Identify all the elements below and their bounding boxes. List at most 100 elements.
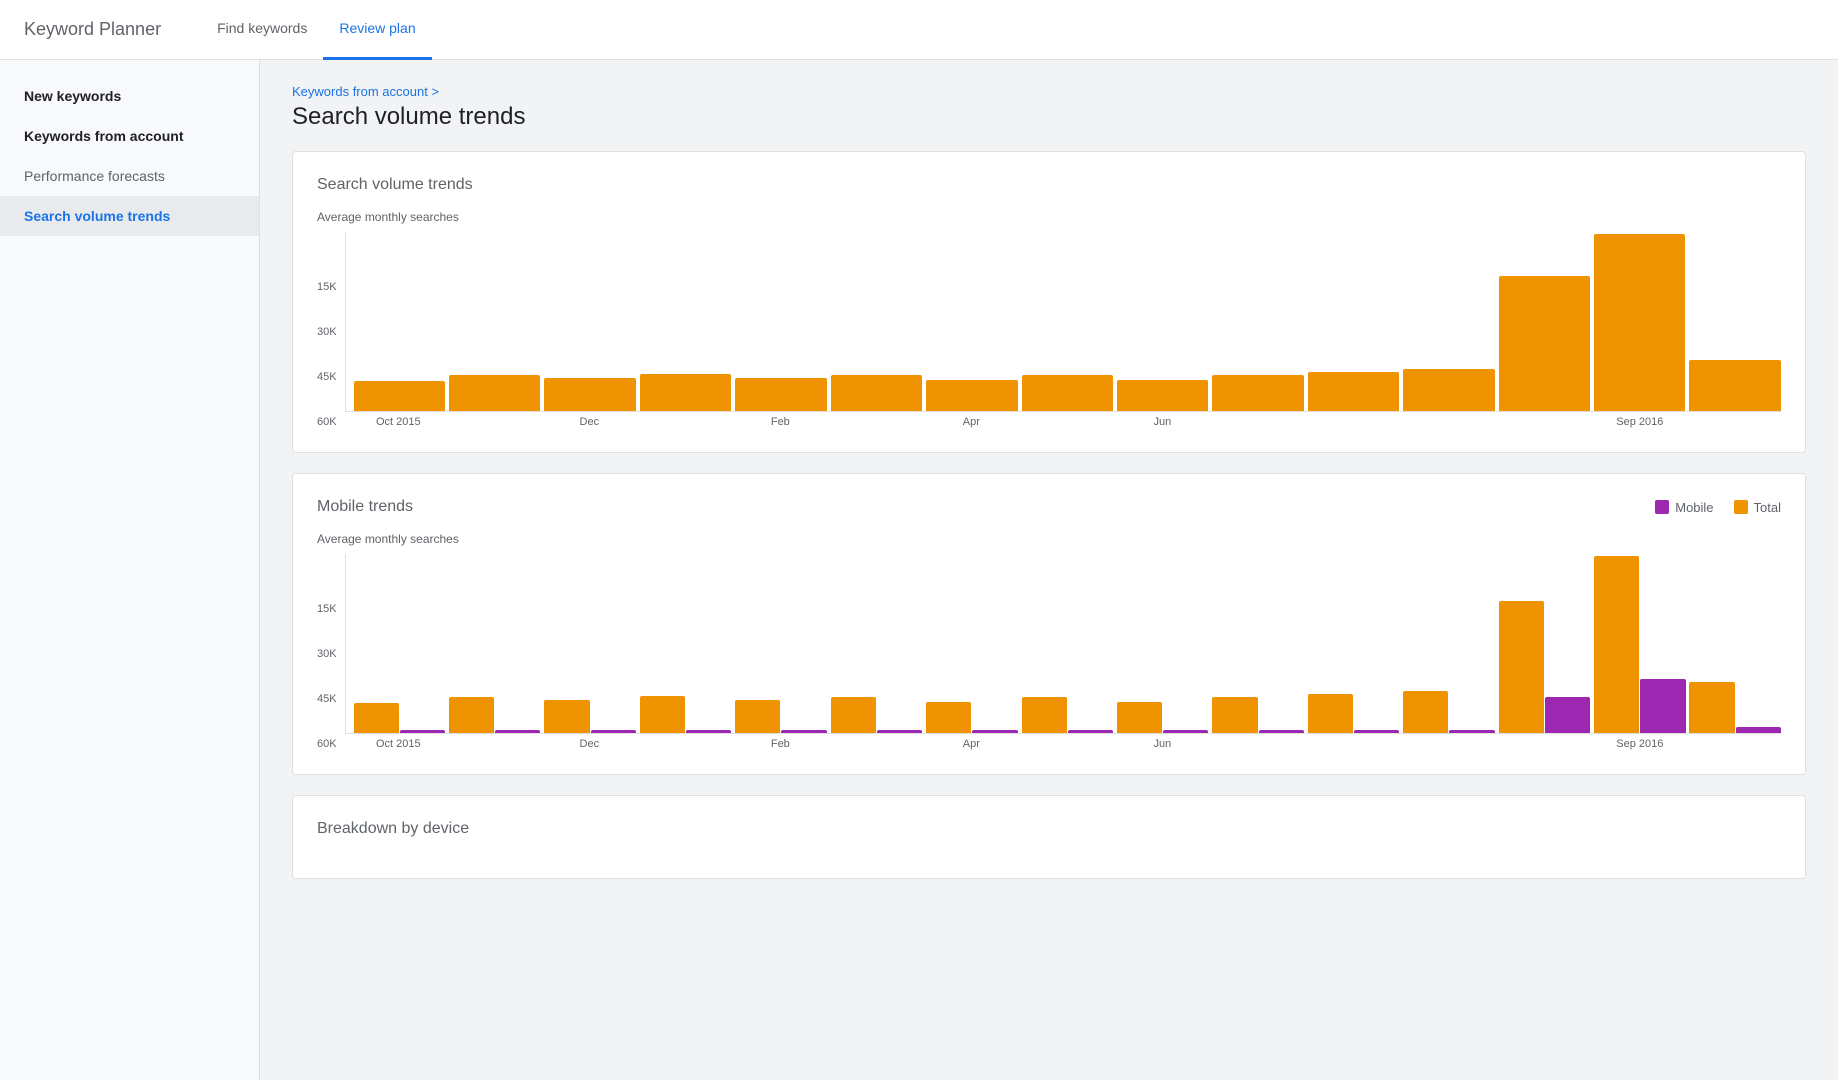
sidebar: New keywords Keywords from account Perfo… [0, 60, 260, 1080]
bar-mobile [781, 730, 826, 733]
bar-group [926, 380, 1017, 412]
chart2-body: Oct 2015DecFebAprJunSep 2016 [345, 554, 1781, 750]
bar-total [1117, 702, 1162, 734]
bar-group [1022, 375, 1113, 411]
breadcrumb-parent[interactable]: Keywords from account [292, 84, 428, 99]
bar [735, 378, 826, 411]
y-tick: 45K [317, 372, 337, 383]
bar-pair [1212, 697, 1303, 733]
x-label [1403, 738, 1495, 750]
bar-pair [1022, 697, 1113, 733]
bar-group [640, 696, 731, 734]
bar-group [735, 700, 826, 733]
bar-group [1403, 691, 1494, 733]
sidebar-item-search-volume-trends[interactable]: Search volume trends [0, 196, 259, 236]
bar-group [354, 381, 445, 411]
bar-mobile [591, 730, 636, 733]
mobile-trends-card: Mobile trends Mobile Total Average month… [292, 473, 1806, 775]
bar-mobile [400, 730, 445, 733]
tab-review-plan[interactable]: Review plan [323, 0, 431, 60]
main-content: Keywords from account > Search volume tr… [260, 60, 1838, 1080]
x-label [1690, 738, 1782, 750]
sidebar-item-keywords-from-account[interactable]: Keywords from account [0, 116, 259, 156]
x-label [1499, 416, 1591, 428]
x-label: Jun [1117, 738, 1209, 750]
app-logo: Keyword Planner [24, 19, 161, 40]
x-label [830, 738, 922, 750]
bar-group [1117, 380, 1208, 412]
bar-mobile [972, 730, 1017, 733]
bar-group [1212, 375, 1303, 411]
bar-group [1499, 601, 1590, 733]
bar [1117, 380, 1208, 412]
x-label: Sep 2016 [1594, 416, 1686, 428]
bar-group [1308, 372, 1399, 411]
bar-total [354, 703, 399, 733]
sidebar-item-new-keywords[interactable]: New keywords [0, 76, 259, 116]
bar [1689, 360, 1780, 411]
bar-total [640, 696, 685, 734]
y-tick: 30K [317, 649, 337, 660]
x-label: Jun [1117, 416, 1209, 428]
bar-mobile [1259, 730, 1304, 733]
bar-total [1689, 682, 1734, 733]
x-label: Dec [544, 416, 636, 428]
bar-group [449, 375, 540, 411]
bar-pair [640, 696, 731, 734]
x-label [1308, 416, 1400, 428]
bar-mobile [1545, 697, 1590, 733]
bar [640, 374, 731, 412]
chart1-wrapper: 60K 45K 30K 15K Oct 2015DecFebAprJunSep … [317, 232, 1781, 428]
legend-mobile-dot [1655, 500, 1669, 514]
tab-find-keywords[interactable]: Find keywords [201, 0, 323, 60]
y-tick: 60K [317, 739, 337, 750]
chart2-wrapper: 60K 45K 30K 15K Oct 2015DecFebAprJunSep … [317, 554, 1781, 750]
x-label: Apr [926, 738, 1018, 750]
x-label: Oct 2015 [353, 416, 445, 428]
bar-total [449, 697, 494, 733]
main-nav: Find keywords Review plan [201, 0, 432, 60]
bar [544, 378, 635, 411]
bar [1212, 375, 1303, 411]
bar-pair [544, 700, 635, 733]
x-label [1021, 416, 1113, 428]
bar-mobile [877, 730, 922, 733]
bar-group [1117, 702, 1208, 734]
bar-mobile [1640, 679, 1685, 733]
y-tick: 15K [317, 604, 337, 615]
bar-total [1499, 601, 1544, 733]
bar-group [1403, 369, 1494, 411]
chart1-bars [345, 232, 1781, 412]
bar [1308, 372, 1399, 411]
bar-group [1594, 556, 1685, 733]
x-label [448, 738, 540, 750]
page-layout: New keywords Keywords from account Perfo… [0, 60, 1838, 1080]
bar-group [354, 703, 445, 733]
bar [1499, 276, 1590, 411]
x-label: Feb [735, 738, 827, 750]
bar-group [544, 378, 635, 411]
bar-pair [1308, 694, 1399, 733]
page-title: Search volume trends [292, 103, 1806, 131]
sidebar-item-performance-forecasts[interactable]: Performance forecasts [0, 156, 259, 196]
bar-total [926, 702, 971, 734]
bar-pair [354, 703, 445, 733]
chart1-y-axis: 60K 45K 30K 15K [317, 248, 337, 428]
search-volume-trends-card: Search volume trends Average monthly sea… [292, 151, 1806, 453]
y-tick: 15K [317, 282, 337, 293]
bar-group [735, 378, 826, 411]
bar-total [1594, 556, 1639, 733]
breakdown-card: Breakdown by device [292, 795, 1806, 879]
bar-pair [1403, 691, 1494, 733]
bar-group [640, 374, 731, 412]
legend-mobile-label: Mobile [1675, 500, 1713, 515]
x-label [639, 738, 731, 750]
bar [831, 375, 922, 411]
chart1-y-label: Average monthly searches [317, 210, 1781, 224]
bar-pair [1117, 702, 1208, 734]
legend-total: Total [1734, 500, 1781, 515]
bar-pair [1499, 601, 1590, 733]
legend-total-label: Total [1754, 500, 1781, 515]
bar-group [831, 697, 922, 733]
x-label [1308, 738, 1400, 750]
